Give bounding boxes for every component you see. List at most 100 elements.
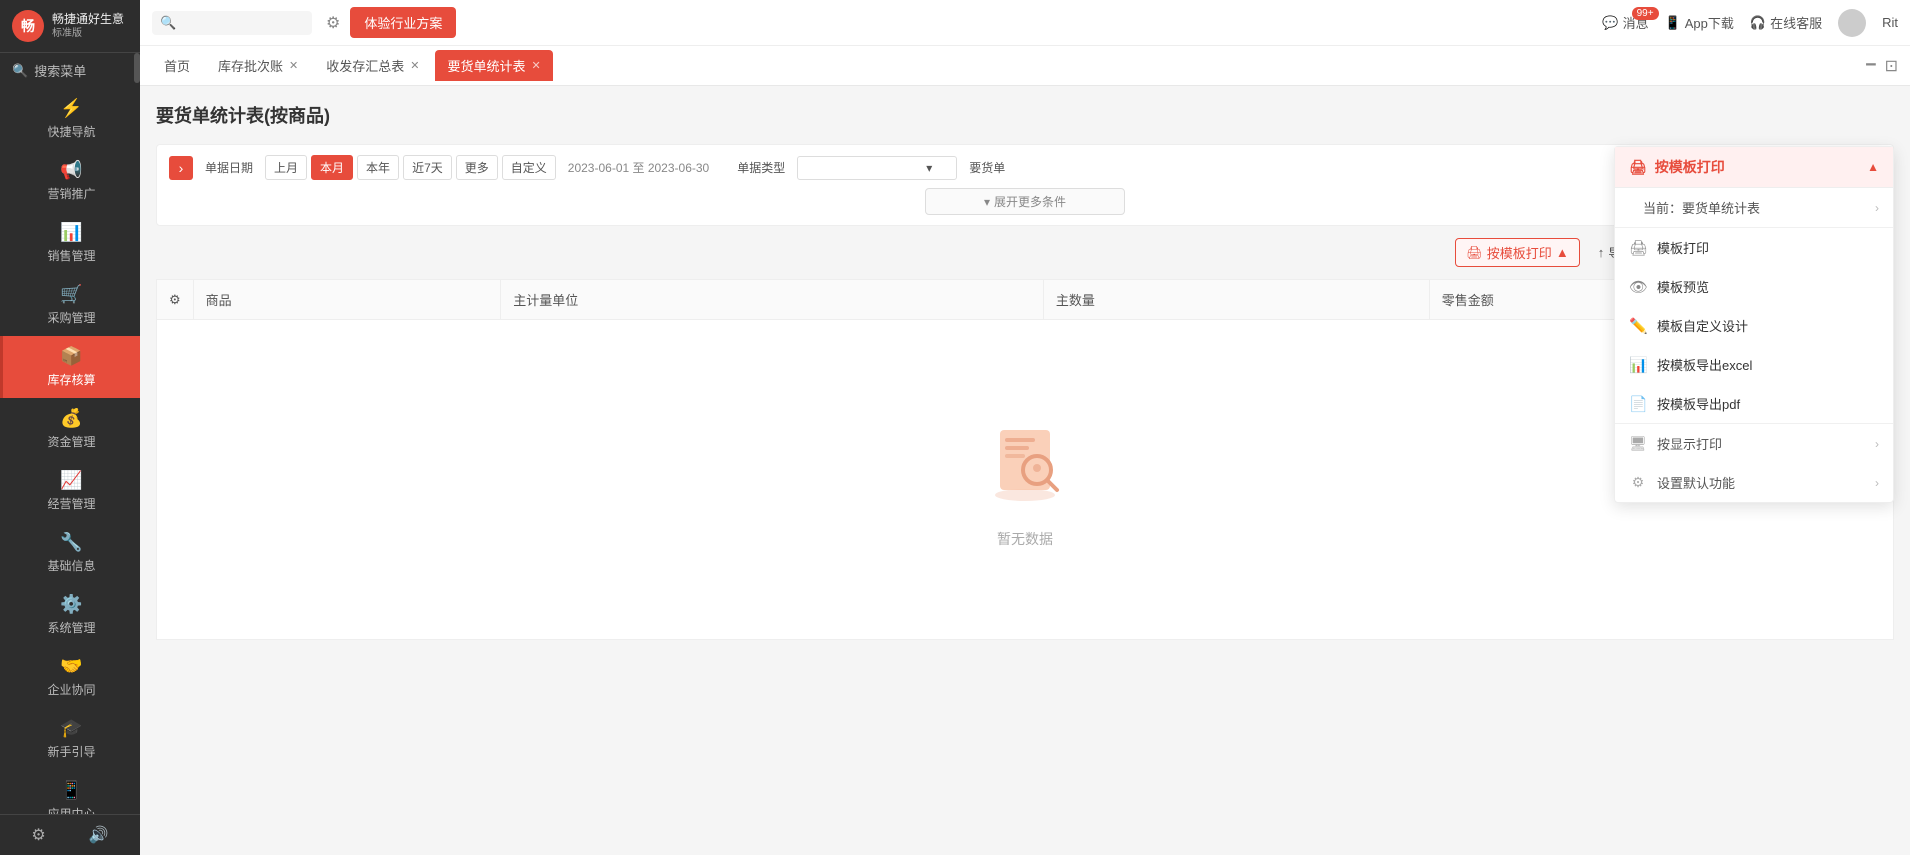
tab-home[interactable]: 首页 (152, 50, 202, 81)
dropdown-current-item[interactable]: 当前：要货单统计表 › (1615, 188, 1893, 227)
date-btn-custom[interactable]: 自定义 (502, 155, 556, 180)
tab-window-maximize-icon[interactable]: ⊡ (1885, 56, 1898, 76)
sidebar-item-apps[interactable]: 📱 应用中心 (0, 770, 140, 814)
topbar-gear-icon[interactable]: ⚙ (326, 13, 340, 33)
tab-stock-summary-close[interactable]: ✕ (410, 59, 419, 72)
table-header-goods: 商品 (193, 280, 501, 320)
sidebar-item-label: 营销推广 (47, 185, 95, 202)
marketing-icon: 📢 (60, 160, 82, 181)
tab-inventory-batch[interactable]: 库存批次账 ✕ (206, 50, 310, 81)
sidebar-item-quick-nav[interactable]: ⚡ 快捷导航 (0, 88, 140, 150)
sidebar-item-system[interactable]: ⚙️ 系统管理 (0, 584, 140, 646)
sidebar-item-label: 应用中心 (47, 805, 95, 814)
enterprise-icon: 🤝 (60, 656, 82, 677)
sidebar-item-label: 新手引导 (47, 743, 95, 760)
sidebar-item-enterprise[interactable]: 🤝 企业协同 (0, 646, 140, 708)
tab-order-stats-close[interactable]: ✕ (532, 59, 541, 72)
sidebar-item-guide[interactable]: 🎓 新手引导 (0, 708, 140, 770)
sidebar-bottom: ⚙ 🔊 (0, 814, 140, 855)
tab-window-minimize-icon[interactable]: 🗕 (1865, 52, 1876, 79)
topbar-search-icon: 🔍 (160, 15, 176, 31)
design-icon: ✏️ (1629, 317, 1647, 335)
dropdown-sub-display-print[interactable]: 🖥 按显示打印 › (1615, 424, 1893, 463)
date-btn-more[interactable]: 更多 (456, 155, 498, 180)
topbar: 🔍 ⚙ 体验行业方案 💬 消息 99+ 📱 App下载 🎧 在线客服 Rit (140, 0, 1910, 46)
sound-icon[interactable]: 🔊 (89, 825, 109, 845)
table-header-unit: 主计量单位 (501, 280, 1044, 320)
dropdown-header[interactable]: 🖨 按模板打印 ▲ (1615, 147, 1893, 188)
online-service-label: 在线客服 (1770, 13, 1822, 32)
dropdown-item-print[interactable]: 🖨 模板打印 (1615, 228, 1893, 267)
app-download-item[interactable]: 📱 App下载 (1665, 13, 1734, 32)
user-avatar[interactable] (1838, 9, 1866, 37)
date-btn-this-month[interactable]: 本月 (311, 155, 353, 180)
date-btn-7days[interactable]: 近7天 (403, 155, 452, 180)
dropdown-item-preview-label: 模板预览 (1657, 277, 1709, 296)
dropdown-item-export-excel[interactable]: 📊 按模板导出excel (1615, 345, 1893, 384)
quick-nav-icon: ⚡ (60, 98, 82, 119)
dropdown-sub-default-settings[interactable]: ⚙ 设置默认功能 › (1615, 463, 1893, 502)
dropdown-item-print-label: 模板打印 (1657, 238, 1709, 257)
logo-icon: 畅 (12, 10, 44, 42)
headset-icon: 🎧 (1750, 15, 1766, 31)
dropdown-sub-display-label: 按显示打印 (1657, 434, 1722, 453)
system-icon: ⚙️ (60, 594, 82, 615)
sidebar-item-label: 基础信息 (47, 557, 95, 574)
expand-more-btn[interactable]: ▾ 展开更多条件 (925, 188, 1125, 215)
guide-icon: 🎓 (60, 718, 82, 739)
sidebar-item-purchase[interactable]: 🛒 采购管理 (0, 274, 140, 336)
trial-button[interactable]: 体验行业方案 (350, 7, 456, 38)
sidebar-nav: ⚡ 快捷导航 📢 营销推广 📊 销售管理 🛒 采购管理 📦 库存核算 💰 资金管… (0, 88, 140, 814)
tab-inventory-batch-close[interactable]: ✕ (289, 59, 298, 72)
tab-order-stats[interactable]: 要货单统计表 ✕ (435, 50, 552, 81)
app-version: 标准版 (52, 27, 124, 40)
search-menu-item[interactable]: 🔍 搜索菜单 (0, 53, 140, 88)
sidebar-item-label: 系统管理 (47, 619, 95, 636)
sidebar-item-label: 资金管理 (47, 433, 95, 450)
apps-icon: 📱 (60, 780, 82, 801)
default-settings-icon: ⚙ (1629, 474, 1647, 491)
print-chevron-up-icon: ▲ (1556, 245, 1569, 260)
settings-bottom-icon[interactable]: ⚙ (31, 825, 45, 845)
app-name: 畅捷通好生意 (52, 12, 124, 28)
sidebar-item-basics[interactable]: 🔧 基础信息 (0, 522, 140, 584)
sidebar-item-inventory[interactable]: 📦 库存核算 (0, 336, 140, 398)
message-badge: 99+ (1632, 7, 1659, 20)
type-label: 单据类型 (737, 159, 785, 176)
topbar-search-box[interactable]: 🔍 (152, 11, 312, 35)
finance-icon: 💰 (60, 408, 82, 429)
message-icon: 💬 (1602, 15, 1618, 31)
dropdown-item-preview[interactable]: 👁 模板预览 (1615, 267, 1893, 306)
topbar-search-input[interactable] (182, 16, 282, 30)
current-item-label: 当前：要货单统计表 (1643, 198, 1760, 217)
tab-inventory-batch-label: 库存批次账 (218, 56, 283, 75)
dropdown-item-custom-design[interactable]: ✏️ 模板自定义设计 (1615, 306, 1893, 345)
empty-text: 暂无数据 (997, 529, 1053, 549)
filter-toggle-btn[interactable]: › (169, 156, 193, 180)
sidebar-item-finance[interactable]: 💰 资金管理 (0, 398, 140, 460)
username-label: Rit (1882, 15, 1898, 30)
table-header-settings[interactable]: ⚙ (157, 280, 194, 320)
message-item[interactable]: 💬 消息 99+ (1602, 13, 1648, 32)
print-template-btn[interactable]: 🖨 按模板打印 ▲ (1455, 238, 1579, 267)
sidebar-item-label: 采购管理 (47, 309, 95, 326)
dropdown-item-export-pdf[interactable]: 📄 按模板导出pdf (1615, 384, 1893, 423)
date-label: 单据日期 (205, 159, 253, 176)
dropdown-item-pdf-label: 按模板导出pdf (1657, 394, 1740, 413)
type-select[interactable]: ▾ (797, 156, 957, 180)
search-menu-label: 搜索菜单 (34, 61, 86, 80)
date-btn-this-year[interactable]: 本年 (357, 155, 399, 180)
date-btn-last-month[interactable]: 上月 (265, 155, 307, 180)
sidebar-item-management[interactable]: 📈 经营管理 (0, 460, 140, 522)
online-service-item[interactable]: 🎧 在线客服 (1750, 13, 1822, 32)
dropdown-sub-settings-label: 设置默认功能 (1657, 473, 1735, 492)
sidebar: 畅 畅捷通好生意 标准版 🔍 搜索菜单 ⚡ 快捷导航 📢 营销推广 📊 销售管理… (0, 0, 140, 855)
sidebar-item-label: 销售管理 (47, 247, 95, 264)
tab-order-stats-label: 要货单统计表 (447, 56, 525, 75)
sidebar-item-label: 企业协同 (47, 681, 95, 698)
sidebar-item-marketing[interactable]: 📢 营销推广 (0, 150, 140, 212)
sidebar-item-sales[interactable]: 📊 销售管理 (0, 212, 140, 274)
topbar-right: 💬 消息 99+ 📱 App下载 🎧 在线客服 Rit (1602, 9, 1898, 37)
tab-stock-summary[interactable]: 收发存汇总表 ✕ (314, 50, 431, 81)
current-item-arrow-icon: › (1875, 201, 1879, 215)
